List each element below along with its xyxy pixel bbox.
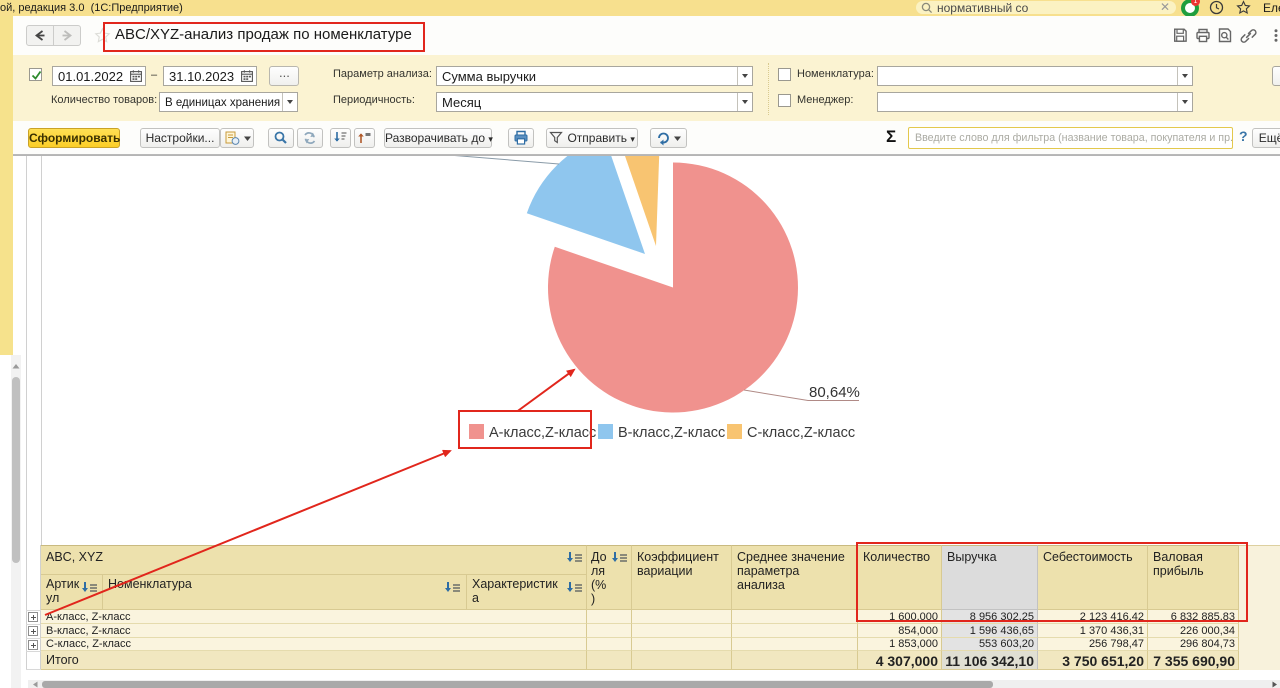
svg-text:С-класс,Z-класс: С-класс,Z-класс xyxy=(747,425,855,441)
svg-text:80,64%: 80,64% xyxy=(809,384,860,401)
svg-text:А-класс,Z-класс: А-класс,Z-класс xyxy=(489,425,596,441)
svg-text:В-класс,Z-класс: В-класс,Z-класс xyxy=(618,425,725,441)
